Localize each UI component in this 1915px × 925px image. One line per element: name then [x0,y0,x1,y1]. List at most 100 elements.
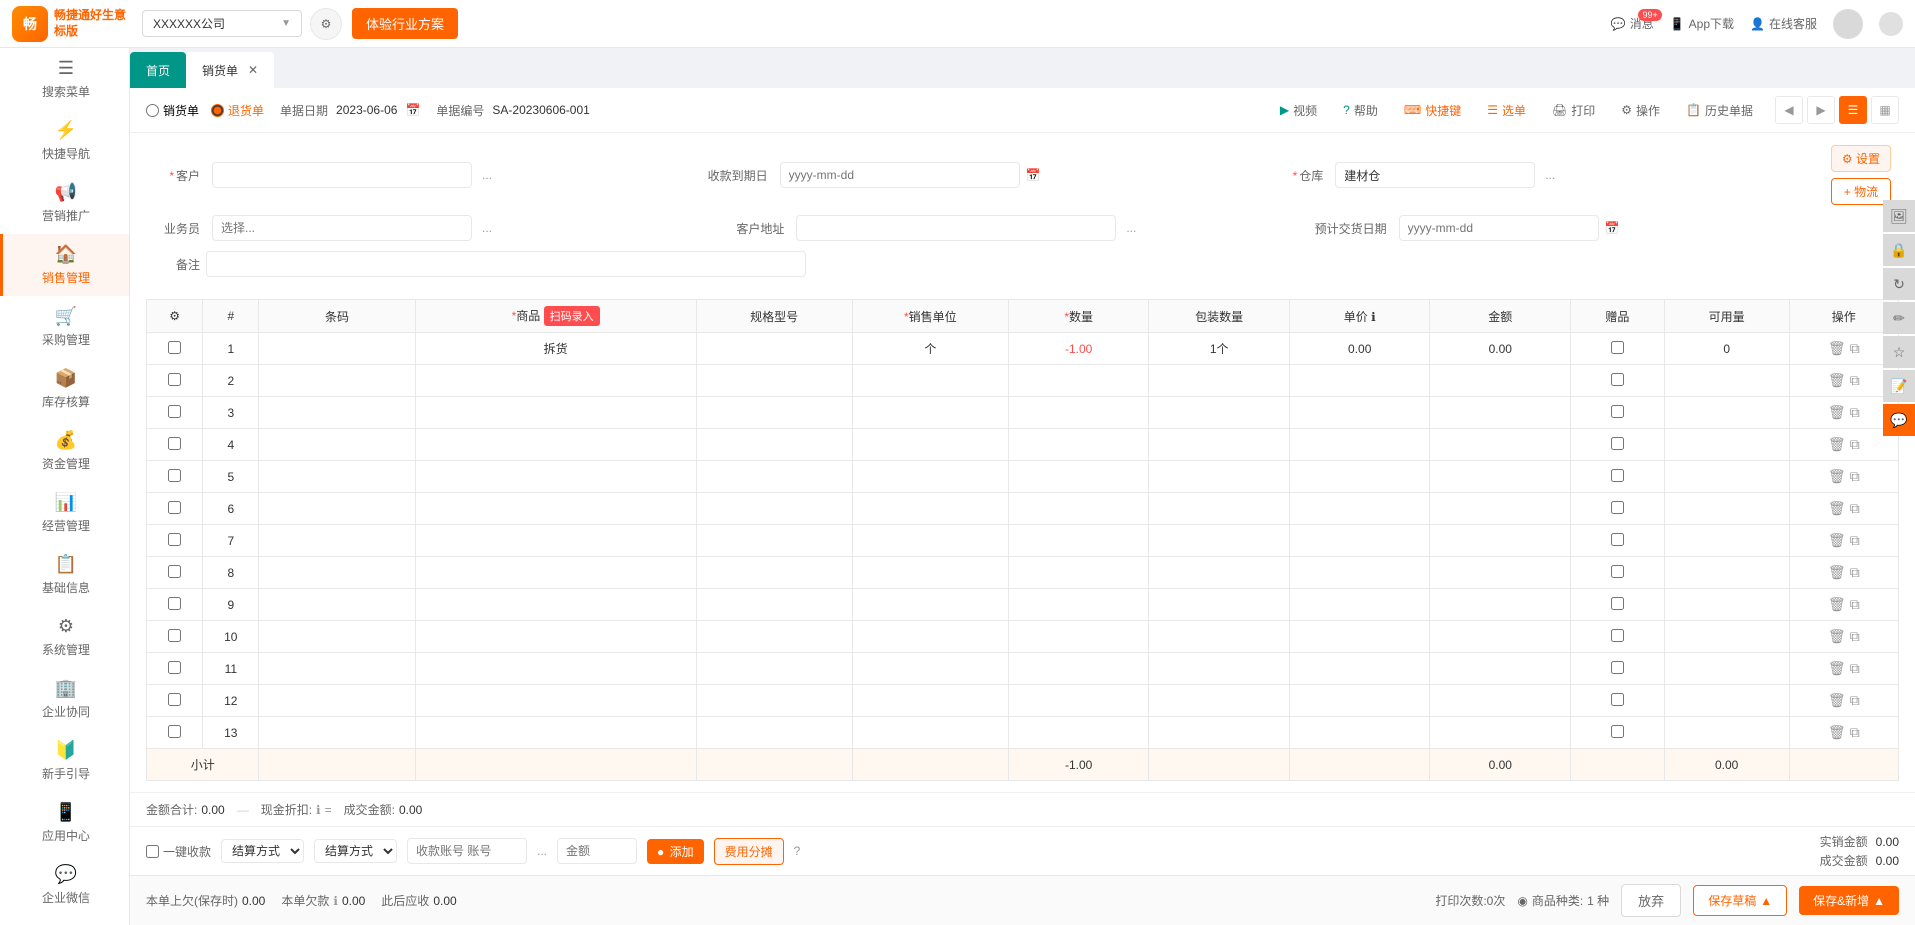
sidebar-item-sales[interactable]: 🏠 销售管理 [0,234,129,296]
expected-date-input[interactable] [1399,215,1599,241]
row-checkbox[interactable] [168,661,181,674]
row-checkbox[interactable] [168,565,181,578]
copy-row-btn[interactable]: ⧉ [1850,564,1860,581]
sidebar-item-search[interactable]: ☰ 搜索菜单 [0,48,129,110]
row-checkbox[interactable] [168,629,181,642]
video-btn[interactable]: ▶ 视频 [1272,98,1325,123]
sidebar-item-quick-nav[interactable]: ⚡ 快捷导航 [0,110,129,172]
delete-row-btn[interactable]: 🗑 [1828,660,1846,677]
gift-checkbox[interactable] [1611,533,1624,546]
delete-row-btn[interactable]: 🗑 [1828,372,1846,389]
gift-checkbox[interactable] [1611,437,1624,450]
select-btn[interactable]: ☰ 选单 [1479,98,1534,123]
gift-checkbox[interactable] [1611,373,1624,386]
expense-split-button[interactable]: 费用分摊 [714,838,784,865]
sidebar-item-system[interactable]: ⚙ 系统管理 [0,606,129,668]
tab-home[interactable]: 首页 [130,52,186,88]
customer-input[interactable] [212,162,472,188]
gift-checkbox[interactable] [1611,693,1624,706]
warehouse-ellipsis[interactable]: ... [1541,168,1559,182]
app-download-button[interactable]: 📱 App下载 [1670,15,1734,32]
logistics-button[interactable]: + 物流 [1831,178,1891,205]
copy-row-btn[interactable]: ⧉ [1850,532,1860,549]
sidebar-item-finance[interactable]: 💰 资金管理 [0,420,129,482]
delete-row-btn[interactable]: 🗑 [1828,628,1846,645]
nav-prev-icon[interactable]: ◀ [1775,96,1803,124]
radio-sale[interactable]: 销货单 [146,102,199,119]
trial-button[interactable]: 体验行业方案 [352,8,458,39]
copy-row-btn[interactable]: ⧉ [1850,436,1860,453]
help-btn[interactable]: ? 帮助 [1335,98,1386,123]
payment-method-type-select[interactable]: 结算方式 [314,839,397,863]
gift-checkbox[interactable] [1611,469,1624,482]
history-btn[interactable]: 📋 历史单据 [1678,98,1761,123]
row-checkbox[interactable] [168,469,181,482]
copy-row-btn[interactable]: ⧉ [1850,628,1860,645]
add-payment-button[interactable]: ● 添加 [647,839,704,864]
gift-checkbox[interactable] [1611,341,1624,354]
float-btn-3[interactable]: ↻ [1883,268,1915,300]
gift-checkbox[interactable] [1611,725,1624,738]
float-btn-2[interactable]: 🔒 [1883,234,1915,266]
tab-close-icon[interactable]: ✕ [248,63,258,77]
salesperson-input[interactable] [212,215,472,241]
discard-button[interactable]: 放弃 [1621,884,1681,917]
tab-sales-order[interactable]: 销货单 ✕ [186,52,274,88]
shortcut-btn[interactable]: ⌨ 快捷键 [1396,98,1469,123]
delete-row-btn[interactable]: 🗑 [1828,532,1846,549]
row-checkbox[interactable] [168,341,181,354]
goods-type-radio[interactable]: ◉ [1517,894,1527,908]
sidebar-item-app-center[interactable]: 📱 应用中心 [0,792,129,854]
user-avatar-2[interactable] [1879,12,1903,36]
row-checkbox[interactable] [168,437,181,450]
delete-row-btn[interactable]: 🗑 [1828,596,1846,613]
radio-return[interactable]: 退货单 [211,102,264,119]
operation-btn[interactable]: ⚙ 操作 [1613,98,1668,123]
delete-row-btn[interactable]: 🗑 [1828,340,1846,357]
sidebar-item-guide[interactable]: 🔰 新手引导 [0,730,129,792]
user-avatar[interactable] [1833,9,1863,39]
delete-row-btn[interactable]: 🗑 [1828,468,1846,485]
float-btn-7[interactable]: 💬 [1883,404,1915,436]
copy-row-btn[interactable]: ⧉ [1850,468,1860,485]
copy-row-btn[interactable]: ⧉ [1850,500,1860,517]
copy-row-btn[interactable]: ⧉ [1850,660,1860,677]
gift-checkbox[interactable] [1611,597,1624,610]
float-btn-6[interactable]: 📝 [1883,370,1915,402]
online-service-button[interactable]: 👤 在线客服 [1750,15,1817,32]
sidebar-item-operations[interactable]: 📊 经营管理 [0,482,129,544]
delete-row-btn[interactable]: 🗑 [1828,436,1846,453]
one-click-pay-checkbox[interactable] [146,845,159,858]
grid-view-icon[interactable]: ▦ [1871,96,1899,124]
row-checkbox[interactable] [168,693,181,706]
float-btn-5[interactable]: ☆ [1883,336,1915,368]
float-btn-1[interactable]: 🖼 [1883,200,1915,232]
save-draft-button[interactable]: 保存草稿 ▲ [1693,885,1787,916]
delete-row-btn[interactable]: 🗑 [1828,500,1846,517]
sidebar-item-basic-info[interactable]: 📋 基础信息 [0,544,129,606]
sidebar-item-enterprise[interactable]: 🏢 企业协同 [0,668,129,730]
due-date-input[interactable] [780,162,1020,188]
sidebar-item-marketing[interactable]: 📢 营销推广 [0,172,129,234]
row-checkbox[interactable] [168,373,181,386]
delete-row-btn[interactable]: 🗑 [1828,564,1846,581]
salesperson-ellipsis[interactable]: ... [478,221,496,235]
copy-row-btn[interactable]: ⧉ [1850,692,1860,709]
customer-addr-input[interactable] [796,215,1116,241]
copy-row-btn[interactable]: ⧉ [1850,340,1860,357]
settings-button[interactable]: ⚙ [310,8,342,40]
company-selector[interactable]: XXXXXX公司 ▼ [142,10,302,37]
copy-row-btn[interactable]: ⧉ [1850,596,1860,613]
scan-button[interactable]: 扫码录入 [544,306,600,326]
gift-checkbox[interactable] [1611,501,1624,514]
message-button[interactable]: 💬 消息 99+ [1611,15,1654,32]
customer-ellipsis[interactable]: ... [478,168,496,182]
save-new-button[interactable]: 保存&新增 ▲ [1799,886,1899,915]
payment-amount-input[interactable] [557,838,637,864]
row-checkbox[interactable] [168,725,181,738]
gift-checkbox[interactable] [1611,565,1624,578]
payment-account-input[interactable] [407,838,527,864]
delete-row-btn[interactable]: 🗑 [1828,692,1846,709]
payment-method-select[interactable]: 结算方式 [221,839,304,863]
gift-checkbox[interactable] [1611,629,1624,642]
